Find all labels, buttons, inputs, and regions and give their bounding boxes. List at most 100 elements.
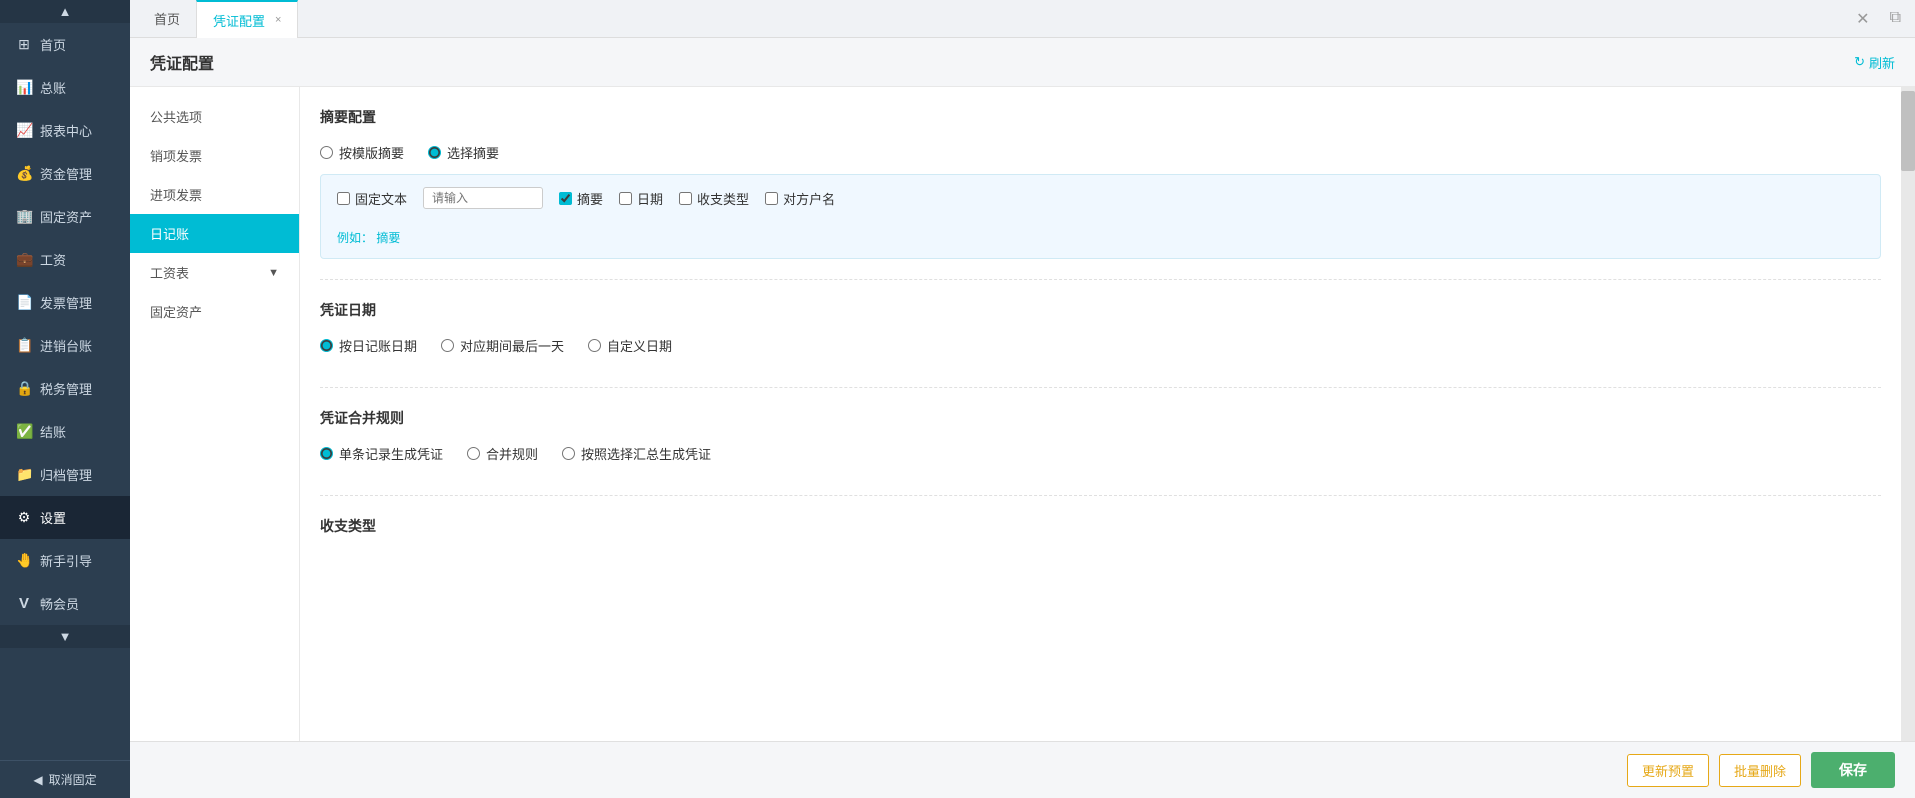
left-nav-journal[interactable]: 日记账 <box>130 214 299 253</box>
refresh-btn[interactable]: ↻ 刷新 <box>1854 53 1895 72</box>
scrollbar-thumb[interactable] <box>1901 91 1915 171</box>
checkbox-date-input[interactable] <box>619 192 632 205</box>
sidebar-item-vip[interactable]: V 畅会员 <box>0 582 130 625</box>
radio-last-day[interactable]: 对应期间最后一天 <box>441 336 564 355</box>
radio-single-record[interactable]: 单条记录生成凭证 <box>320 444 443 463</box>
radio-last-day-input[interactable] <box>441 339 454 352</box>
sidebar-item-invoice-mgmt[interactable]: 📄 发票管理 <box>0 281 130 324</box>
left-nav-purchase-invoice[interactable]: 进项发票 <box>130 175 299 214</box>
tab-home-label: 首页 <box>154 9 180 28</box>
report-icon: 📈 <box>16 122 32 139</box>
left-nav-purchase-invoice-label: 进项发票 <box>150 185 202 204</box>
sidebar-item-guide[interactable]: 🤚 新手引导 <box>0 539 130 582</box>
left-nav: 公共选项 销项发票 进项发票 日记账 工资表 ▼ 固定资产 <box>130 87 300 741</box>
sidebar-item-archive[interactable]: 📁 归档管理 <box>0 453 130 496</box>
left-nav-public[interactable]: 公共选项 <box>130 97 299 136</box>
sidebar-scroll-up[interactable]: ▲ <box>0 0 130 23</box>
sidebar-item-salary-label: 工资 <box>40 250 66 269</box>
sidebar-item-vip-label: 畅会员 <box>40 594 79 613</box>
radio-by-selection-input[interactable] <box>562 447 575 460</box>
left-nav-payroll[interactable]: 工资表 ▼ <box>130 253 299 292</box>
radio-select-summary-label: 选择摘要 <box>447 143 499 162</box>
radio-merge-rule-input[interactable] <box>467 447 480 460</box>
archive-icon: 📁 <box>16 466 32 483</box>
invoice-mgmt-icon: 📄 <box>16 294 32 311</box>
left-nav-fixed-assets[interactable]: 固定资产 <box>130 292 299 331</box>
radio-select-summary[interactable]: 选择摘要 <box>428 143 499 162</box>
radio-template-summary-input[interactable] <box>320 146 333 159</box>
sidebar-toggle-label: 取消固定 <box>49 771 97 788</box>
radio-custom-date[interactable]: 自定义日期 <box>588 336 672 355</box>
radio-custom-date-input[interactable] <box>588 339 601 352</box>
radio-single-record-label: 单条记录生成凭证 <box>339 444 443 463</box>
sidebar-item-asset-label: 固定资产 <box>40 207 92 226</box>
merge-rule-section: 凭证合并规则 单条记录生成凭证 合并规则 按照选择汇总生成凭证 <box>320 408 1881 496</box>
refresh-icon: ↻ <box>1854 54 1865 70</box>
sidebar-item-fund[interactable]: 💰 资金管理 <box>0 152 130 195</box>
radio-merge-rule[interactable]: 合并规则 <box>467 444 538 463</box>
sidebar-scroll-down[interactable]: ▼ <box>0 625 130 648</box>
radio-template-summary-label: 按模版摘要 <box>339 143 404 162</box>
checkbox-income-type-input[interactable] <box>679 192 692 205</box>
left-nav-public-label: 公共选项 <box>150 107 202 126</box>
radio-single-record-input[interactable] <box>320 447 333 460</box>
checkbox-income-type[interactable]: 收支类型 <box>679 189 749 208</box>
sidebar-item-report[interactable]: 📈 报表中心 <box>0 109 130 152</box>
refresh-label: 刷新 <box>1869 53 1895 72</box>
checkbox-counterpart-input[interactable] <box>765 192 778 205</box>
tab-bar: 首页 凭证配置 × ✕ ⧉ <box>130 0 1915 38</box>
sidebar-item-home-label: 首页 <box>40 35 66 54</box>
sidebar-item-guide-label: 新手引导 <box>40 551 92 570</box>
left-nav-payroll-label: 工资表 <box>150 263 189 282</box>
checkbox-date[interactable]: 日期 <box>619 189 663 208</box>
checkbox-counterpart-label: 对方户名 <box>783 189 835 208</box>
bottom-action-bar: 更新预置 批量删除 保存 <box>130 741 1915 798</box>
close-window-btn[interactable]: ✕ <box>1850 7 1875 31</box>
asset-icon: 🏢 <box>16 208 32 225</box>
sidebar-toggle-btn[interactable]: ◀ 取消固定 <box>0 761 130 798</box>
tax-icon: 🔒 <box>16 380 32 397</box>
sidebar-nav: ⊞ 首页 📊 总账 📈 报表中心 💰 资金管理 🏢 固定资产 💼 工资 📄 发票… <box>0 23 130 625</box>
page-scrollbar[interactable] <box>1901 87 1915 741</box>
sidebar: ▲ ⊞ 首页 📊 总账 📈 报表中心 💰 资金管理 🏢 固定资产 💼 工资 📄 … <box>0 0 130 798</box>
sidebar-item-home[interactable]: ⊞ 首页 <box>0 23 130 66</box>
tab-close-icon[interactable]: × <box>275 14 281 26</box>
batch-delete-btn[interactable]: 批量删除 <box>1719 754 1801 787</box>
radio-select-summary-input[interactable] <box>428 146 441 159</box>
tab-home[interactable]: 首页 <box>138 0 196 38</box>
checkbox-summary-text-input[interactable] <box>559 192 572 205</box>
radio-by-journal-date-input[interactable] <box>320 339 333 352</box>
fixed-text-input[interactable] <box>423 187 543 209</box>
left-nav-sales-invoice[interactable]: 销项发票 <box>130 136 299 175</box>
home-icon: ⊞ <box>16 36 32 53</box>
sidebar-item-tax[interactable]: 🔒 税务管理 <box>0 367 130 410</box>
update-preview-btn[interactable]: 更新预置 <box>1627 754 1709 787</box>
sidebar-item-trade[interactable]: 📋 进销台账 <box>0 324 130 367</box>
checkbox-fixed-text-input[interactable] <box>337 192 350 205</box>
restore-window-btn[interactable]: ⧉ <box>1884 7 1907 31</box>
radio-by-journal-date-label: 按日记账日期 <box>339 336 417 355</box>
tab-voucher-config[interactable]: 凭证配置 × <box>196 0 298 38</box>
radio-by-journal-date[interactable]: 按日记账日期 <box>320 336 417 355</box>
sidebar-item-tax-label: 税务管理 <box>40 379 92 398</box>
sidebar-item-asset[interactable]: 🏢 固定资产 <box>0 195 130 238</box>
radio-template-summary[interactable]: 按模版摘要 <box>320 143 404 162</box>
save-btn[interactable]: 保存 <box>1811 752 1895 788</box>
guide-icon: 🤚 <box>16 552 32 569</box>
page-header: 凭证配置 ↻ 刷新 <box>130 38 1915 87</box>
voucher-date-section-title: 凭证日期 <box>320 300 1881 320</box>
page-title: 凭证配置 <box>150 50 214 74</box>
sidebar-item-salary[interactable]: 💼 工资 <box>0 238 130 281</box>
checkbox-counterpart[interactable]: 对方户名 <box>765 189 835 208</box>
sidebar-item-settings[interactable]: ⚙ 设置 <box>0 496 130 539</box>
radio-by-selection[interactable]: 按照选择汇总生成凭证 <box>562 444 711 463</box>
sidebar-item-settle[interactable]: ✅ 结账 <box>0 410 130 453</box>
fund-icon: 💰 <box>16 165 32 182</box>
sidebar-item-trade-label: 进销台账 <box>40 336 92 355</box>
checkbox-summary-text[interactable]: 摘要 <box>559 189 603 208</box>
sidebar-item-archive-label: 归档管理 <box>40 465 92 484</box>
checkbox-fixed-text[interactable]: 固定文本 <box>337 189 407 208</box>
body-layout: 公共选项 销项发票 进项发票 日记账 工资表 ▼ 固定资产 <box>130 87 1915 741</box>
main-area: 首页 凭证配置 × ✕ ⧉ 凭证配置 ↻ 刷新 公共选项 <box>130 0 1915 798</box>
sidebar-item-ledger[interactable]: 📊 总账 <box>0 66 130 109</box>
